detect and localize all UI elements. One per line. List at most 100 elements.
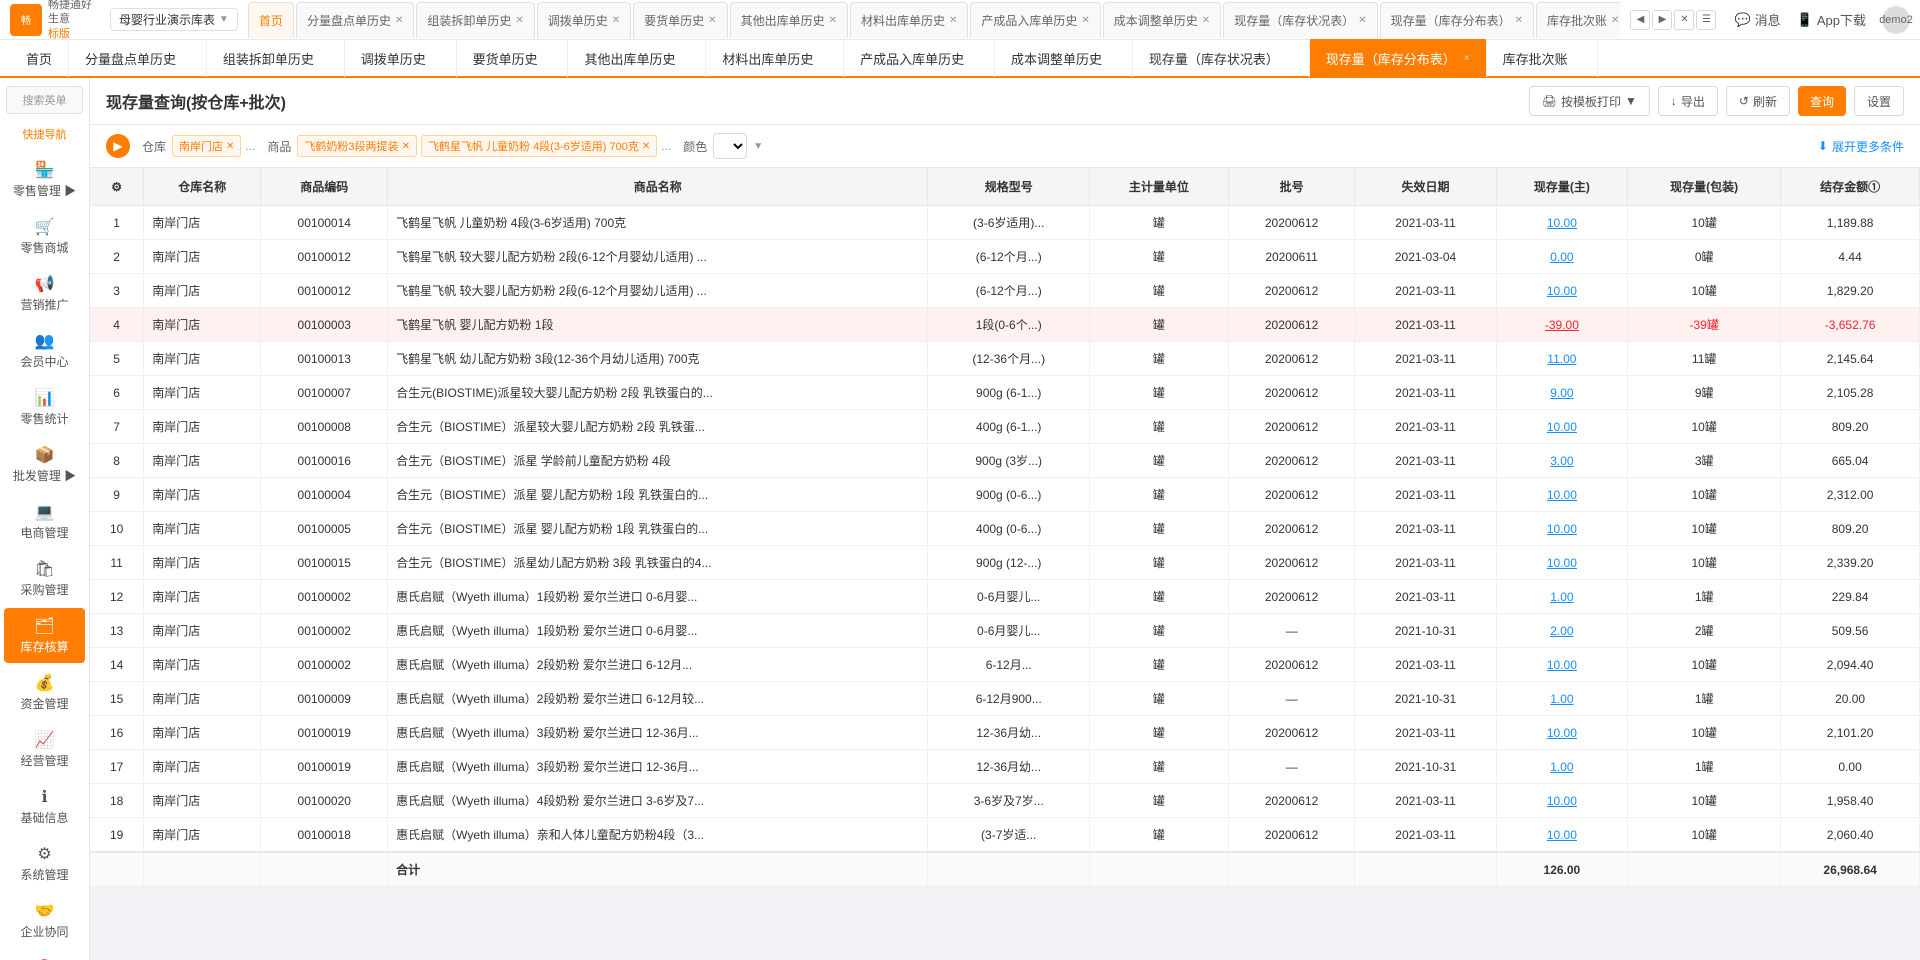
export-button[interactable]: ↓ 导出	[1658, 86, 1718, 116]
sidebar-item-11[interactable]: ℹ基础信息	[4, 779, 85, 834]
nav-tab-3[interactable]: 调拨单历史×	[345, 39, 457, 77]
qty-link-6[interactable]: 10.00	[1547, 420, 1577, 434]
nav-tab-close-9[interactable]: ×	[1287, 53, 1293, 64]
tab-item-0[interactable]: 首页	[248, 2, 294, 38]
tab-close-4[interactable]: ✕	[708, 15, 716, 26]
tab-item-6[interactable]: 材料出库单历史✕	[850, 2, 968, 38]
tab-item-11[interactable]: 库存批次账✕	[1536, 2, 1620, 38]
tab-close-2[interactable]: ✕	[515, 15, 523, 26]
nav-tab-close-3[interactable]: ×	[434, 53, 440, 64]
tab-prev-arrow[interactable]: ◀	[1630, 10, 1650, 30]
tab-item-9[interactable]: 现存量（库存状况表）✕	[1223, 2, 1377, 38]
sidebar-item-0[interactable]: 🏪零售管理 ▶	[4, 152, 85, 207]
nav-tab-8[interactable]: 成本调整单历史×	[995, 39, 1133, 77]
nav-tab-close-1[interactable]: ×	[184, 53, 190, 64]
refresh-button[interactable]: ↺ 刷新	[1726, 86, 1790, 116]
tab-close-6[interactable]: ✕	[949, 15, 957, 26]
goods-tag-1[interactable]: 飞鹤星飞帆 儿童奶粉 4段(3-6岁适用) 700克 ✕	[421, 135, 657, 157]
tab-close-9[interactable]: ✕	[1358, 15, 1366, 26]
qty-link-3[interactable]: -39.00	[1545, 318, 1579, 332]
nav-tab-9[interactable]: 现存量（库存状况表）×	[1133, 39, 1310, 77]
tab-item-7[interactable]: 产成品入库单历史✕	[970, 2, 1100, 38]
user-avatar[interactable]: demo2	[1882, 6, 1910, 34]
nav-tab-close-7[interactable]: ×	[972, 53, 978, 64]
nav-tab-close-11[interactable]: ×	[1576, 53, 1582, 64]
tab-close-7[interactable]: ✕	[1081, 15, 1089, 26]
search-english-button[interactable]: 搜索英单	[6, 86, 83, 114]
sidebar-item-14[interactable]: 🎯新手引导	[4, 950, 85, 960]
table-settings-icon[interactable]: ⚙	[111, 180, 122, 194]
tab-close-5[interactable]: ✕	[829, 15, 837, 26]
tab-item-8[interactable]: 成本调整单历史✕	[1103, 2, 1221, 38]
tab-item-1[interactable]: 分量盘点单历史✕	[296, 2, 414, 38]
qty-link-12[interactable]: 2.00	[1550, 624, 1573, 638]
tab-close-arrow[interactable]: ✕	[1674, 10, 1694, 30]
qty-link-8[interactable]: 10.00	[1547, 488, 1577, 502]
sidebar-item-7[interactable]: 🛍采购管理	[4, 551, 85, 606]
app-download-button[interactable]: 📱 App下载	[1797, 10, 1866, 29]
nav-tab-close-2[interactable]: ×	[322, 53, 328, 64]
nav-tab-close-4[interactable]: ×	[546, 53, 552, 64]
tab-item-3[interactable]: 调拨单历史✕	[537, 2, 631, 38]
sidebar-item-13[interactable]: 🤝企业协同	[4, 893, 85, 948]
tab-close-11[interactable]: ✕	[1611, 15, 1619, 26]
qty-link-0[interactable]: 10.00	[1547, 216, 1577, 230]
qty-link-18[interactable]: 10.00	[1547, 828, 1577, 842]
warehouse-more[interactable]: ...	[245, 139, 255, 153]
qty-link-1[interactable]: 0.00	[1550, 250, 1573, 264]
sidebar-item-9[interactable]: 💰资金管理	[4, 665, 85, 720]
goods-tag-0[interactable]: 飞鹤奶粉3段两提装 ✕	[297, 135, 417, 157]
qty-link-4[interactable]: 11.00	[1547, 352, 1576, 366]
settings-button[interactable]: 设置	[1854, 86, 1904, 116]
qty-link-13[interactable]: 10.00	[1547, 658, 1577, 672]
tab-item-4[interactable]: 要货单历史✕	[633, 2, 727, 38]
filter-expand-button[interactable]: ▶	[106, 134, 130, 158]
nav-tab-10[interactable]: 现存量（库存分布表）×	[1310, 39, 1487, 77]
message-button[interactable]: 💬 消息	[1734, 10, 1780, 29]
qty-link-5[interactable]: 9.00	[1550, 386, 1573, 400]
sidebar-item-2[interactable]: 📢营销推广	[4, 266, 85, 321]
qty-link-2[interactable]: 10.00	[1547, 284, 1577, 298]
nav-tab-1[interactable]: 分量盘点单历史×	[69, 39, 207, 77]
qty-link-14[interactable]: 1.00	[1550, 692, 1573, 706]
query-button[interactable]: 查询	[1798, 86, 1846, 116]
qty-link-10[interactable]: 10.00	[1547, 556, 1577, 570]
sidebar-item-4[interactable]: 📊零售统计	[4, 380, 85, 435]
workspace-dropdown[interactable]: 母婴行业演示库表 ▼	[110, 8, 238, 31]
sidebar-item-6[interactable]: 💻电商管理	[4, 494, 85, 549]
nav-tab-close-8[interactable]: ×	[1110, 53, 1116, 64]
tab-close-3[interactable]: ✕	[612, 15, 620, 26]
print-template-button[interactable]: 🖨 按模板打印 ▼	[1529, 86, 1650, 116]
nav-tab-6[interactable]: 材料出库单历史×	[706, 39, 844, 77]
sidebar-item-3[interactable]: 👥会员中心	[4, 323, 85, 378]
qty-link-17[interactable]: 10.00	[1547, 794, 1577, 808]
qty-link-16[interactable]: 1.00	[1550, 760, 1573, 774]
goods-tag-remove-1[interactable]: ✕	[642, 141, 650, 152]
nav-tab-close-5[interactable]: ×	[683, 53, 689, 64]
tab-item-5[interactable]: 其他出库单历史✕	[730, 2, 848, 38]
sidebar-item-12[interactable]: ⚙系统管理	[4, 836, 85, 891]
tab-close-8[interactable]: ✕	[1202, 15, 1210, 26]
qty-link-7[interactable]: 3.00	[1550, 454, 1573, 468]
nav-tab-close-10[interactable]: ×	[1464, 53, 1470, 64]
tab-close-1[interactable]: ✕	[395, 15, 403, 26]
qty-link-11[interactable]: 1.00	[1550, 590, 1573, 604]
goods-tag-remove-0[interactable]: ✕	[402, 141, 410, 152]
nav-tab-2[interactable]: 组装拆卸单历史×	[207, 39, 345, 77]
tab-item-2[interactable]: 组装拆卸单历史✕	[416, 2, 534, 38]
tab-next-arrow[interactable]: ▶	[1652, 10, 1672, 30]
nav-tab-4[interactable]: 要货单历史×	[457, 39, 569, 77]
tab-menu-arrow[interactable]: ☰	[1696, 10, 1716, 30]
sidebar-item-1[interactable]: 🛒零售商城	[4, 209, 85, 264]
warehouse-tag-0[interactable]: 南岸门店 ✕	[172, 135, 241, 157]
nav-tab-0[interactable]: 首页	[10, 39, 69, 77]
qty-link-15[interactable]: 10.00	[1547, 726, 1577, 740]
sidebar-item-8[interactable]: 🗂库存核算	[4, 608, 85, 663]
warehouse-tag-remove[interactable]: ✕	[226, 141, 234, 152]
tab-item-10[interactable]: 现存量（库存分布表）✕	[1380, 2, 1534, 38]
nav-tab-7[interactable]: 产成品入库单历史×	[844, 39, 995, 77]
qty-link-9[interactable]: 10.00	[1547, 522, 1577, 536]
expand-more-conditions[interactable]: ⬇ 展开更多条件	[1818, 138, 1904, 155]
nav-tab-close-6[interactable]: ×	[821, 53, 827, 64]
sidebar-item-5[interactable]: 📦批发管理 ▶	[4, 437, 85, 492]
